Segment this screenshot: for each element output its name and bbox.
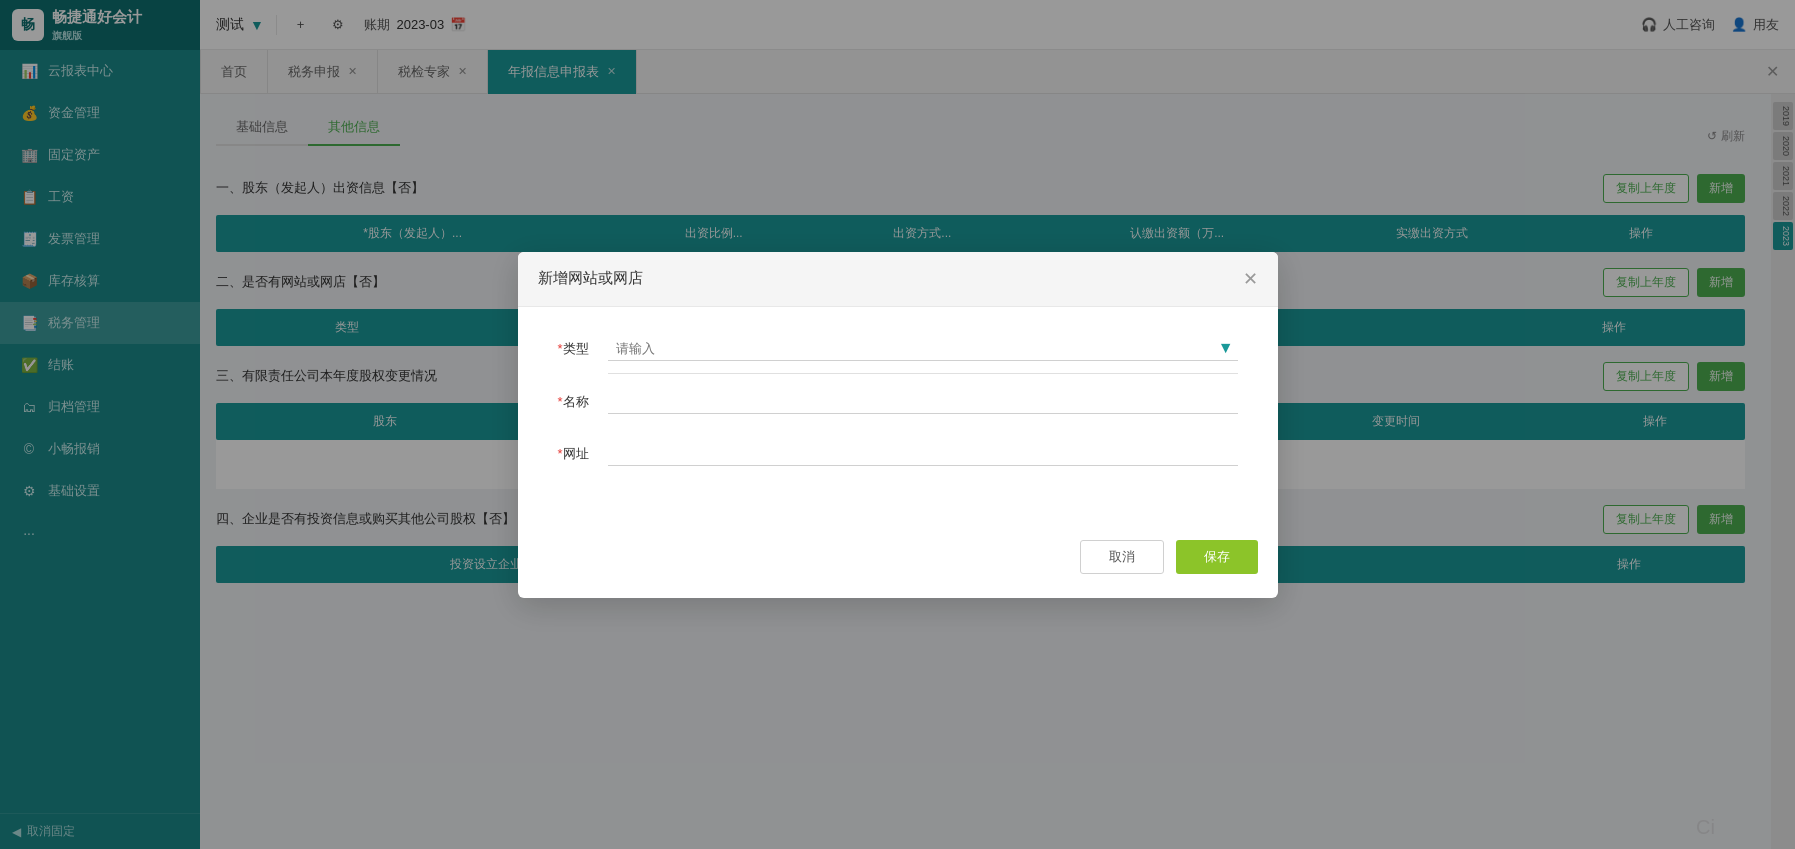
modal-add-website: 新增网站或网店 ✕ *类型 ▼ *名称 (518, 252, 1278, 598)
cancel-button[interactable]: 取消 (1080, 540, 1164, 574)
form-row-name: *名称 (558, 390, 1238, 414)
url-input[interactable] (608, 442, 1238, 466)
type-dropdown-icon[interactable]: ▼ (1218, 339, 1238, 357)
save-button[interactable]: 保存 (1176, 540, 1258, 574)
modal-header: 新增网站或网店 ✕ (518, 252, 1278, 307)
type-divider (608, 373, 1238, 374)
form-row-url: *网址 (558, 442, 1238, 466)
url-label: *网址 (558, 445, 608, 463)
modal-body: *类型 ▼ *名称 *网址 (518, 307, 1278, 524)
form-row-type: *类型 ▼ (558, 337, 1238, 361)
name-input[interactable] (608, 390, 1238, 414)
modal-footer: 取消 保存 (518, 524, 1278, 598)
name-label: *名称 (558, 393, 608, 411)
type-input[interactable] (608, 337, 1218, 360)
type-label: *类型 (558, 340, 608, 358)
modal-close-btn[interactable]: ✕ (1243, 268, 1258, 290)
modal-overlay: 新增网站或网店 ✕ *类型 ▼ *名称 (0, 0, 1795, 849)
modal-title: 新增网站或网店 (538, 269, 643, 288)
type-select-wrapper: ▼ (608, 337, 1238, 361)
